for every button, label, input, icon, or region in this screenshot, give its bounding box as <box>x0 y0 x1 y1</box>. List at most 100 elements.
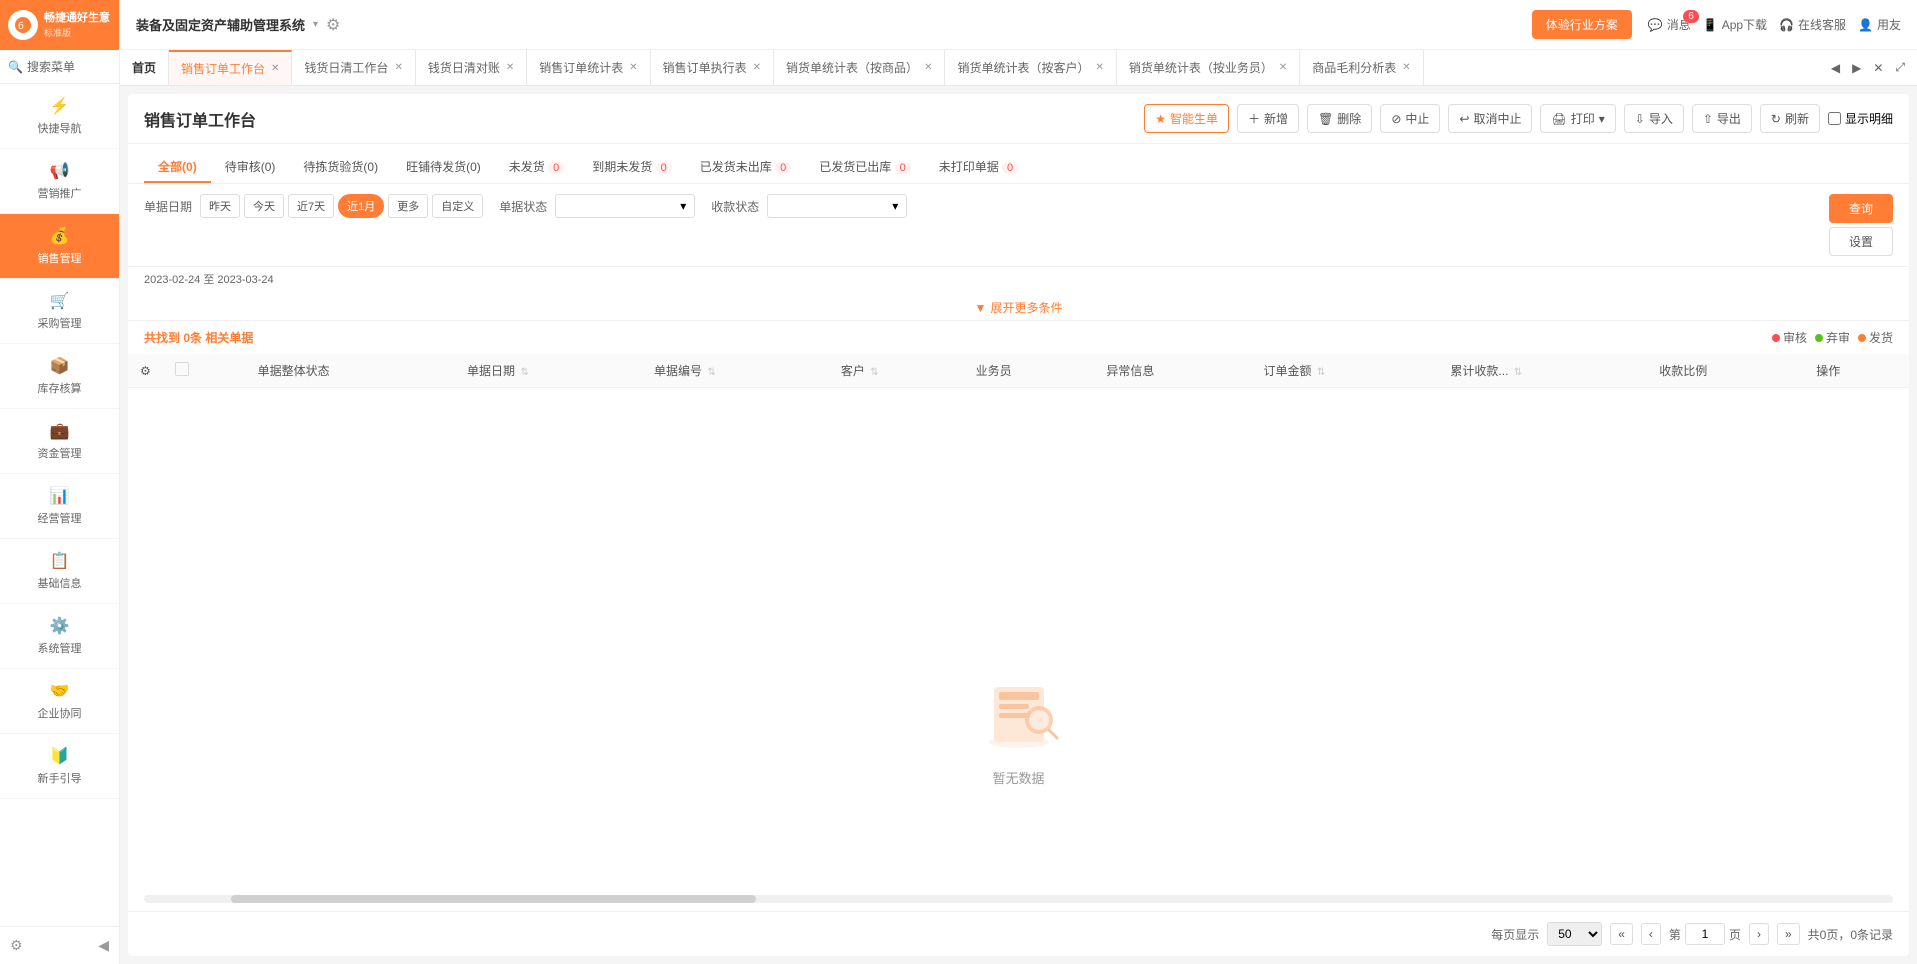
quick-action-review[interactable]: 审核 <box>1772 329 1807 346</box>
last-page-btn[interactable]: » <box>1777 923 1800 945</box>
sidebar-item-finance[interactable]: 💼 资金管理 <box>0 409 119 474</box>
message-item[interactable]: 💬 6 消息 <box>1648 16 1691 33</box>
tab-gross-margin-label: 商品毛利分析表 <box>1312 59 1396 76</box>
sidebar-item-base-info[interactable]: 📋 基础信息 <box>0 539 119 604</box>
filter-tab-pending-inspect[interactable]: 待拣货验货(0) <box>289 152 392 183</box>
import-btn-label: 导入 <box>1649 110 1673 127</box>
tab-sales-product-close[interactable]: ✕ <box>924 62 932 73</box>
tab-cash-daily-close[interactable]: ✕ <box>394 62 402 73</box>
tab-gross-margin[interactable]: 商品毛利分析表 ✕ <box>1300 50 1423 86</box>
sidebar-item-purchase[interactable]: 🛒 采购管理 <box>0 279 119 344</box>
date-btn-more[interactable]: 更多 <box>388 194 428 218</box>
refresh-btn[interactable]: ↻ 刷新 <box>1760 104 1820 133</box>
tab-gross-margin-close[interactable]: ✕ <box>1402 62 1410 73</box>
sidebar-item-marketing[interactable]: 📢 营销推广 <box>0 149 119 214</box>
date-btn-yesterday[interactable]: 昨天 <box>200 194 240 218</box>
export-btn[interactable]: ⇧ 导出 <box>1692 104 1752 133</box>
tab-sales-customer[interactable]: 销货单统计表（按客户） ✕ <box>945 50 1116 86</box>
empty-text: 暂无数据 <box>992 768 1044 787</box>
query-btn[interactable]: 查询 <box>1829 194 1893 223</box>
filter-tab-pending-review[interactable]: 待审核(0) <box>211 152 290 183</box>
tab-sales-workbench-close[interactable]: ✕ <box>271 63 279 74</box>
tab-sales-exec-close[interactable]: ✕ <box>753 62 761 73</box>
date-btn-today[interactable]: 今天 <box>244 194 284 218</box>
sidebar-item-sales[interactable]: 💰 销售管理 <box>0 214 119 279</box>
set-btn[interactable]: 设置 <box>1829 227 1893 256</box>
th-customer[interactable]: 客户 ⇅ <box>829 354 964 388</box>
filter-tab-all[interactable]: 全部(0) <box>144 152 211 183</box>
system-gear-icon[interactable]: ⚙ <box>326 15 340 35</box>
expand-btn[interactable]: ▼ 展开更多条件 <box>975 299 1063 316</box>
tab-sales-exec[interactable]: 销售订单执行表 ✕ <box>651 50 774 86</box>
filter-tab-not-printed[interactable]: 未打印单据 0 <box>925 152 1032 183</box>
quick-action-ship[interactable]: 发货 <box>1858 329 1893 346</box>
per-page-select[interactable]: 50 100 200 <box>1547 922 1602 946</box>
page-input[interactable] <box>1685 923 1725 945</box>
tab-close-all[interactable]: ✕ <box>1869 59 1887 77</box>
tab-sales-workbench[interactable]: 销售订单工作台 ✕ <box>169 50 292 86</box>
th-number[interactable]: 单据编号 ⇅ <box>642 354 829 388</box>
tab-sales-staff[interactable]: 销货单统计表（按业务员） ✕ <box>1117 50 1300 86</box>
prev-page-btn[interactable]: ‹ <box>1641 923 1661 945</box>
online-service-item[interactable]: 🎧 在线客服 <box>1779 16 1846 33</box>
system-dropdown-arrow[interactable]: ▾ <box>313 19 318 30</box>
tab-cash-daily[interactable]: 钱货日清工作台 ✕ <box>292 50 415 86</box>
app-download-item[interactable]: 📱 App下载 <box>1703 16 1767 33</box>
scroll-thumb[interactable] <box>231 895 756 903</box>
th-collected[interactable]: 累计收款... ⇅ <box>1438 354 1647 388</box>
sidebar-item-guide[interactable]: 🔰 新手引导 <box>0 734 119 799</box>
import-btn[interactable]: ⇩ 导入 <box>1624 104 1684 133</box>
bill-status-select[interactable]: ▾ <box>555 194 695 218</box>
sidebar-item-cooperation[interactable]: 🤝 企业协同 <box>0 669 119 734</box>
data-table: ⚙ 单据整体状态 单据日期 ⇅ <box>128 354 1909 565</box>
filter-tab-shipped-out[interactable]: 已发货已出库 0 <box>805 152 924 183</box>
filter-tab-overdue[interactable]: 到期未发货 0 <box>578 152 685 183</box>
next-page-btn[interactable]: › <box>1749 923 1769 945</box>
cancel-stop-btn[interactable]: ↩ 取消中止 <box>1448 104 1532 133</box>
stop-btn[interactable]: ⊘ 中止 <box>1380 104 1440 133</box>
date-btn-custom[interactable]: 自定义 <box>432 194 483 218</box>
settings-bottom-icon[interactable]: ⚙ <box>10 937 23 954</box>
sidebar-item-quick-nav[interactable]: ⚡ 快捷导航 <box>0 84 119 149</box>
tab-maximize[interactable]: ⤢ <box>1891 58 1909 77</box>
payment-status-select[interactable]: ▾ <box>767 194 907 218</box>
filter-tab-not-shipped[interactable]: 未发货 0 <box>495 152 578 183</box>
tab-scroll-right[interactable]: ▶ <box>1848 59 1865 77</box>
delete-btn[interactable]: 🗑 删除 <box>1307 104 1372 133</box>
sidebar-item-operations[interactable]: 📊 经营管理 <box>0 474 119 539</box>
tab-sales-stats[interactable]: 销售订单统计表 ✕ <box>527 50 650 86</box>
quick-action-cancel-review[interactable]: 弃审 <box>1815 329 1850 346</box>
tab-cash-reconcile[interactable]: 钱货日清对账 ✕ <box>416 50 527 86</box>
select-all-checkbox[interactable] <box>175 362 189 376</box>
collapse-icon[interactable]: ◀ <box>98 937 109 954</box>
user-item[interactable]: 👤 用友 <box>1858 16 1901 33</box>
sidebar-item-system[interactable]: ⚙️ 系统管理 <box>0 604 119 669</box>
smart-btn[interactable]: ★ 智能生单 <box>1144 104 1229 133</box>
tab-scroll-left[interactable]: ◀ <box>1827 59 1844 77</box>
tab-home-label: 首页 <box>132 59 156 76</box>
date-btn-7days[interactable]: 近7天 <box>288 194 334 218</box>
show-detail-checkbox[interactable] <box>1828 112 1841 125</box>
show-detail-checkbox-area[interactable]: 显示明细 <box>1828 110 1893 127</box>
tab-sales-stats-close[interactable]: ✕ <box>629 62 637 73</box>
tab-sales-customer-close[interactable]: ✕ <box>1095 62 1103 73</box>
first-page-btn[interactable]: « <box>1610 923 1633 945</box>
th-staff[interactable]: 业务员 <box>964 354 1095 388</box>
th-number-label: 单据编号 <box>654 364 702 378</box>
tab-sales-staff-close[interactable]: ✕ <box>1279 62 1287 73</box>
date-btn-1month[interactable]: 近1月 <box>338 194 384 218</box>
industry-btn[interactable]: 体验行业方案 <box>1532 10 1632 39</box>
sidebar-item-inventory[interactable]: 📦 库存核算 <box>0 344 119 409</box>
tab-cash-reconcile-close[interactable]: ✕ <box>506 62 514 73</box>
sidebar-search[interactable]: 🔍 搜索菜单 <box>0 50 119 84</box>
tab-home[interactable]: 首页 <box>120 50 169 86</box>
add-btn[interactable]: ＋ 新增 <box>1237 104 1299 133</box>
print-btn[interactable]: 🖨 打印 ▾ <box>1540 104 1615 133</box>
filter-tab-wangpu[interactable]: 旺铺待发货(0) <box>392 152 495 183</box>
th-amount[interactable]: 订单金额 ⇅ <box>1251 354 1438 388</box>
horizontal-scrollbar[interactable] <box>144 895 1893 903</box>
tab-sales-product[interactable]: 销货单统计表（按商品） ✕ <box>774 50 945 86</box>
th-date[interactable]: 单据日期 ⇅ <box>455 354 642 388</box>
filter-tab-shipped-not-out[interactable]: 已发货未出库 0 <box>686 152 805 183</box>
column-settings-icon[interactable]: ⚙ <box>140 364 151 378</box>
